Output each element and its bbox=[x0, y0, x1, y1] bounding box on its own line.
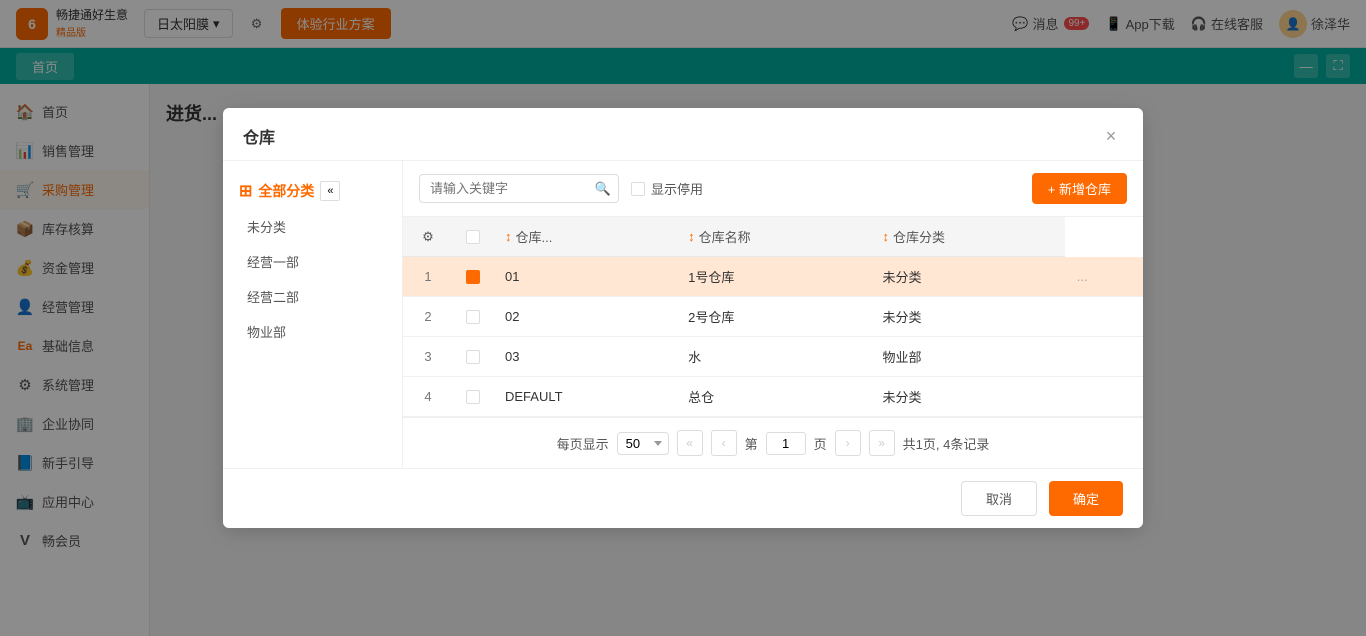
search-input[interactable] bbox=[419, 174, 619, 203]
col-name: ↕仓库名称 bbox=[676, 217, 870, 257]
table-row: 3 03 水 物业部 bbox=[403, 337, 1143, 377]
modal-pagination: 每页显示 50 10 20 100 « ‹ 第 页 › » 共1页, 4条记录 bbox=[403, 417, 1143, 468]
first-page-btn[interactable]: « bbox=[677, 430, 703, 456]
row-checkbox[interactable] bbox=[466, 350, 480, 364]
row-checkbox[interactable] bbox=[466, 310, 480, 324]
row-code: 01 bbox=[493, 257, 676, 297]
last-page-btn[interactable]: » bbox=[869, 430, 895, 456]
page-suffix: 页 bbox=[814, 434, 827, 453]
modal-footer: 取消 确定 bbox=[223, 468, 1143, 528]
table-row: 1 01 1号仓库 未分类 ... bbox=[403, 257, 1143, 297]
row-code: DEFAULT bbox=[493, 377, 676, 417]
category-uncategorized[interactable]: 未分类 bbox=[223, 209, 402, 244]
row-num: 1 bbox=[403, 257, 453, 297]
row-name: 水 bbox=[676, 337, 870, 377]
warehouse-table: ⚙ ↕仓库... ↕仓库名称 ↕仓库分类 bbox=[403, 217, 1143, 417]
col-category: ↕仓库分类 bbox=[870, 217, 1064, 257]
confirm-button[interactable]: 确定 bbox=[1049, 481, 1123, 516]
row-name: 1号仓库 bbox=[676, 257, 870, 297]
row-checkbox[interactable] bbox=[466, 270, 480, 284]
prev-page-btn[interactable]: ‹ bbox=[711, 430, 737, 456]
row-category: 未分类 bbox=[870, 297, 1064, 337]
table-header-row: ⚙ ↕仓库... ↕仓库名称 ↕仓库分类 bbox=[403, 217, 1143, 257]
row-category: 未分类 bbox=[870, 257, 1064, 297]
col-checkbox bbox=[453, 217, 493, 257]
row-checkbox-cell[interactable] bbox=[453, 377, 493, 417]
all-categories-header[interactable]: ⊞ 全部分类 « bbox=[223, 173, 402, 209]
row-checkbox-cell[interactable] bbox=[453, 297, 493, 337]
modal-header: 仓库 × bbox=[223, 108, 1143, 161]
modal-toolbar: 🔍 显示停用 + 新增仓库 bbox=[403, 161, 1143, 217]
select-all-checkbox[interactable] bbox=[466, 230, 480, 244]
cancel-button[interactable]: 取消 bbox=[961, 481, 1037, 516]
show-disabled-label[interactable]: 显示停用 bbox=[631, 179, 703, 198]
row-num: 4 bbox=[403, 377, 453, 417]
modal-body: ⊞ 全部分类 « 未分类 经营一部 经营二部 物业部 🔍 bbox=[223, 161, 1143, 468]
row-checkbox-cell[interactable] bbox=[453, 337, 493, 377]
sort-icon2: ↕ bbox=[688, 229, 695, 244]
sort-icon3: ↕ bbox=[882, 229, 889, 244]
total-info: 共1页, 4条记录 bbox=[903, 434, 990, 453]
row-checkbox-cell[interactable] bbox=[453, 257, 493, 297]
page-size-label: 每页显示 bbox=[557, 434, 609, 453]
category-ops2[interactable]: 经营二部 bbox=[223, 279, 402, 314]
modal-close-button[interactable]: × bbox=[1099, 124, 1123, 148]
search-icon[interactable]: 🔍 bbox=[595, 181, 611, 197]
add-warehouse-button[interactable]: + 新增仓库 bbox=[1032, 173, 1127, 204]
modal-title: 仓库 bbox=[243, 124, 275, 148]
row-num: 3 bbox=[403, 337, 453, 377]
row-code: 02 bbox=[493, 297, 676, 337]
row-category: 未分类 bbox=[870, 377, 1064, 417]
show-disabled-checkbox[interactable] bbox=[631, 182, 645, 196]
warehouse-modal: 仓库 × ⊞ 全部分类 « 未分类 经营一部 经营二部 物业部 bbox=[223, 108, 1143, 528]
category-property[interactable]: 物业部 bbox=[223, 314, 402, 349]
page-label: 第 bbox=[745, 434, 758, 453]
table-row: 4 DEFAULT 总仓 未分类 bbox=[403, 377, 1143, 417]
sort-icon: ↕ bbox=[505, 229, 512, 244]
search-wrap: 🔍 bbox=[419, 174, 619, 203]
page-input[interactable] bbox=[766, 432, 806, 455]
row-actions[interactable]: ... bbox=[1065, 257, 1143, 297]
category-ops1[interactable]: 经营一部 bbox=[223, 244, 402, 279]
modal-right-panel: 🔍 显示停用 + 新增仓库 ⚙ bbox=[403, 161, 1143, 468]
row-num: 2 bbox=[403, 297, 453, 337]
table-row: 2 02 2号仓库 未分类 bbox=[403, 297, 1143, 337]
modal-left-panel: ⊞ 全部分类 « 未分类 经营一部 经营二部 物业部 bbox=[223, 161, 403, 468]
row-checkbox[interactable] bbox=[466, 390, 480, 404]
row-category: 物业部 bbox=[870, 337, 1064, 377]
row-name: 2号仓库 bbox=[676, 297, 870, 337]
collapse-button[interactable]: « bbox=[320, 181, 340, 201]
modal-overlay: 仓库 × ⊞ 全部分类 « 未分类 经营一部 经营二部 物业部 bbox=[0, 0, 1366, 636]
modal-table-wrap: ⚙ ↕仓库... ↕仓库名称 ↕仓库分类 bbox=[403, 217, 1143, 417]
page-size-select[interactable]: 50 10 20 100 bbox=[617, 432, 669, 455]
row-code: 03 bbox=[493, 337, 676, 377]
next-page-btn[interactable]: › bbox=[835, 430, 861, 456]
col-code: ↕仓库... bbox=[493, 217, 676, 257]
col-settings: ⚙ bbox=[403, 217, 453, 257]
row-name: 总仓 bbox=[676, 377, 870, 417]
